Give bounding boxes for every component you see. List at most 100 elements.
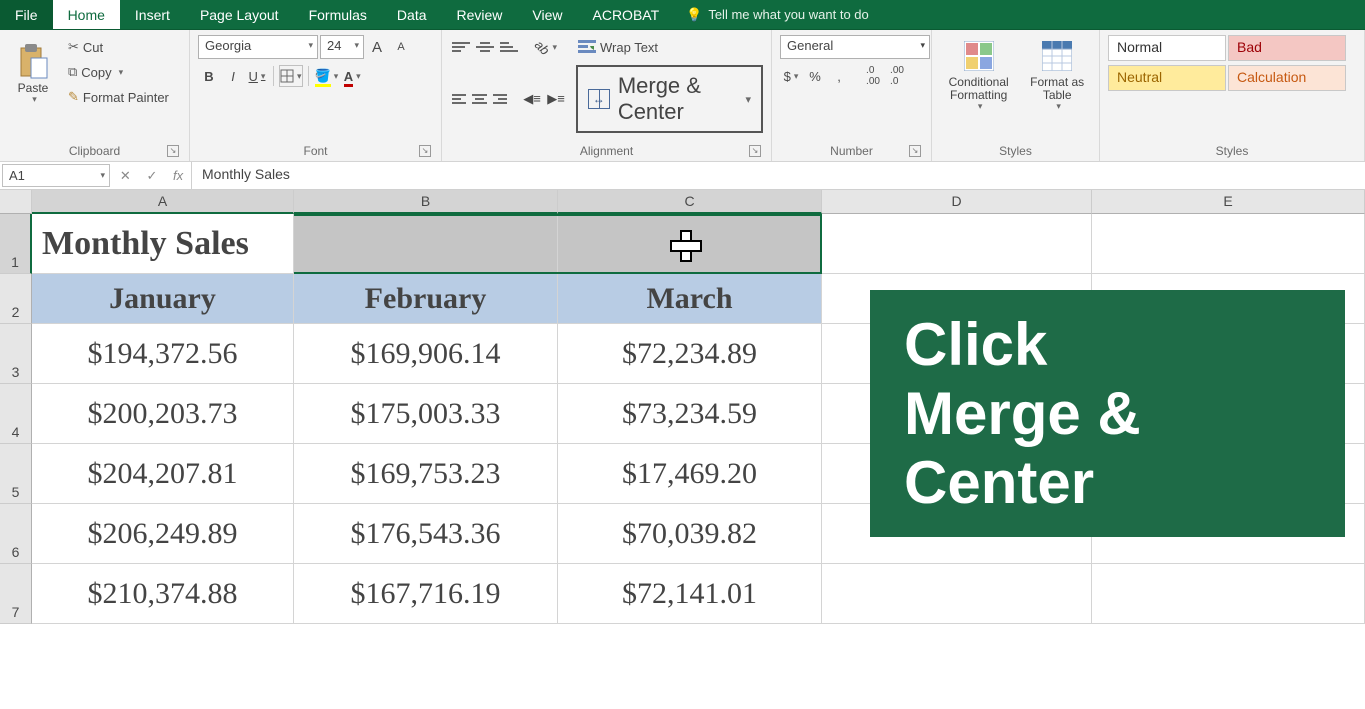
cell-a3[interactable]: $194,372.56: [32, 324, 294, 384]
tab-data[interactable]: Data: [382, 0, 442, 29]
row-header-5[interactable]: 5: [0, 444, 32, 504]
cell-a4[interactable]: $200,203.73: [32, 384, 294, 444]
cell-c4[interactable]: $73,234.59: [558, 384, 822, 444]
font-dialog-launcher[interactable]: ↘: [419, 145, 431, 157]
name-box[interactable]: A1: [2, 164, 110, 187]
merge-center-button[interactable]: Merge & Center ▾: [576, 65, 763, 133]
accounting-format-button[interactable]: $: [780, 65, 802, 87]
align-left-button[interactable]: [450, 89, 468, 109]
row-header-7[interactable]: 7: [0, 564, 32, 624]
cell-b4[interactable]: $175,003.33: [294, 384, 558, 444]
format-as-table-button[interactable]: Format as Table: [1023, 35, 1091, 116]
align-top-button[interactable]: [450, 37, 472, 57]
cell-e7[interactable]: [1092, 564, 1365, 624]
cut-button[interactable]: Cut: [64, 35, 173, 59]
table-icon: [1042, 41, 1072, 71]
increase-font-button[interactable]: A: [366, 36, 388, 58]
cell-b6[interactable]: $176,543.36: [294, 504, 558, 564]
col-header-d[interactable]: D: [822, 190, 1092, 214]
fill-color-button[interactable]: 🪣: [314, 65, 340, 87]
cell-c5[interactable]: $17,469.20: [558, 444, 822, 504]
cell-d7[interactable]: [822, 564, 1092, 624]
percent-button[interactable]: %: [804, 65, 826, 87]
row-header-6[interactable]: 6: [0, 504, 32, 564]
fx-button[interactable]: fx: [173, 168, 183, 183]
underline-button[interactable]: U: [246, 65, 268, 87]
cell-b2[interactable]: February: [294, 274, 558, 324]
font-name-select[interactable]: Georgia: [198, 35, 318, 59]
bold-button[interactable]: B: [198, 65, 220, 87]
paste-button[interactable]: Paste: [8, 35, 58, 109]
decrease-indent-button[interactable]: ◀≡: [521, 88, 543, 110]
cell-b5[interactable]: $169,753.23: [294, 444, 558, 504]
cancel-formula-button[interactable]: ✕: [120, 168, 131, 184]
row-header-4[interactable]: 4: [0, 384, 32, 444]
tab-insert[interactable]: Insert: [120, 0, 185, 29]
cell-a2[interactable]: January: [32, 274, 294, 324]
select-all-corner[interactable]: [0, 190, 32, 214]
wrap-text-button[interactable]: Wrap Text: [574, 35, 662, 59]
enter-formula-button[interactable]: ✓: [146, 168, 157, 184]
col-header-b[interactable]: B: [294, 190, 558, 214]
cell-c6[interactable]: $70,039.82: [558, 504, 822, 564]
tab-view[interactable]: View: [517, 0, 577, 29]
paste-icon: [17, 44, 49, 80]
col-header-c[interactable]: C: [558, 190, 822, 214]
comma-button[interactable]: ,: [828, 65, 850, 87]
col-header-a[interactable]: A: [32, 190, 294, 214]
tell-me-search[interactable]: 💡Tell me what you want to do: [674, 0, 881, 29]
brush-icon: [68, 89, 79, 105]
col-header-e[interactable]: E: [1092, 190, 1365, 214]
cell-b1[interactable]: [294, 214, 558, 274]
tab-formulas[interactable]: Formulas: [294, 0, 382, 29]
row-header-2[interactable]: 2: [0, 274, 32, 324]
cell-c7[interactable]: $72,141.01: [558, 564, 822, 624]
cell-a5[interactable]: $204,207.81: [32, 444, 294, 504]
cell-b3[interactable]: $169,906.14: [294, 324, 558, 384]
cell-style-normal[interactable]: Normal: [1108, 35, 1226, 61]
cell-b7[interactable]: $167,716.19: [294, 564, 558, 624]
decrease-decimal-button[interactable]: .00.0: [886, 65, 908, 87]
align-bottom-button[interactable]: [498, 37, 520, 57]
italic-button[interactable]: I: [222, 65, 244, 87]
number-format-select[interactable]: General: [780, 35, 930, 59]
cell-style-bad[interactable]: Bad: [1228, 35, 1346, 61]
worksheet-grid[interactable]: A B C D E 1 Monthly Sales 2 January Febr…: [0, 190, 1365, 624]
decrease-font-button[interactable]: A: [390, 36, 412, 58]
cell-c3[interactable]: $72,234.89: [558, 324, 822, 384]
increase-indent-button[interactable]: ▶≡: [545, 88, 567, 110]
cell-style-neutral[interactable]: Neutral: [1108, 65, 1226, 91]
increase-decimal-button[interactable]: .0.00: [862, 65, 884, 87]
formula-input[interactable]: Monthly Sales: [192, 162, 1365, 189]
cell-d1[interactable]: [822, 214, 1092, 274]
cell-c2[interactable]: March: [558, 274, 822, 324]
alignment-dialog-launcher[interactable]: ↘: [749, 145, 761, 157]
conditional-formatting-button[interactable]: Conditional Formatting: [940, 35, 1017, 116]
cell-c1[interactable]: [558, 214, 822, 274]
row-header-3[interactable]: 3: [0, 324, 32, 384]
tab-file[interactable]: File: [0, 0, 53, 29]
format-painter-button[interactable]: Format Painter: [64, 85, 173, 109]
font-size-select[interactable]: 24: [320, 35, 364, 59]
align-middle-button[interactable]: [474, 37, 496, 57]
font-color-button[interactable]: A: [341, 65, 363, 87]
cell-a7[interactable]: $210,374.88: [32, 564, 294, 624]
cell-a1[interactable]: Monthly Sales: [32, 214, 294, 274]
border-button[interactable]: [279, 65, 303, 87]
align-center-button[interactable]: [470, 89, 488, 109]
cell-a6[interactable]: $206,249.89: [32, 504, 294, 564]
number-dialog-launcher[interactable]: ↘: [909, 145, 921, 157]
clipboard-dialog-launcher[interactable]: ↘: [167, 145, 179, 157]
outdent-icon: ◀≡: [523, 91, 541, 107]
tab-acrobat[interactable]: ACROBAT: [578, 0, 675, 29]
tab-review[interactable]: Review: [442, 0, 518, 29]
orientation-button[interactable]: ab: [534, 36, 558, 58]
cell-e1[interactable]: [1092, 214, 1365, 274]
cell-style-calculation[interactable]: Calculation: [1228, 65, 1346, 91]
tab-home[interactable]: Home: [53, 0, 120, 29]
scissors-icon: [68, 39, 79, 55]
row-header-1[interactable]: 1: [0, 214, 32, 274]
copy-button[interactable]: Copy: [64, 60, 173, 84]
tab-page-layout[interactable]: Page Layout: [185, 0, 294, 29]
align-right-button[interactable]: [491, 89, 509, 109]
